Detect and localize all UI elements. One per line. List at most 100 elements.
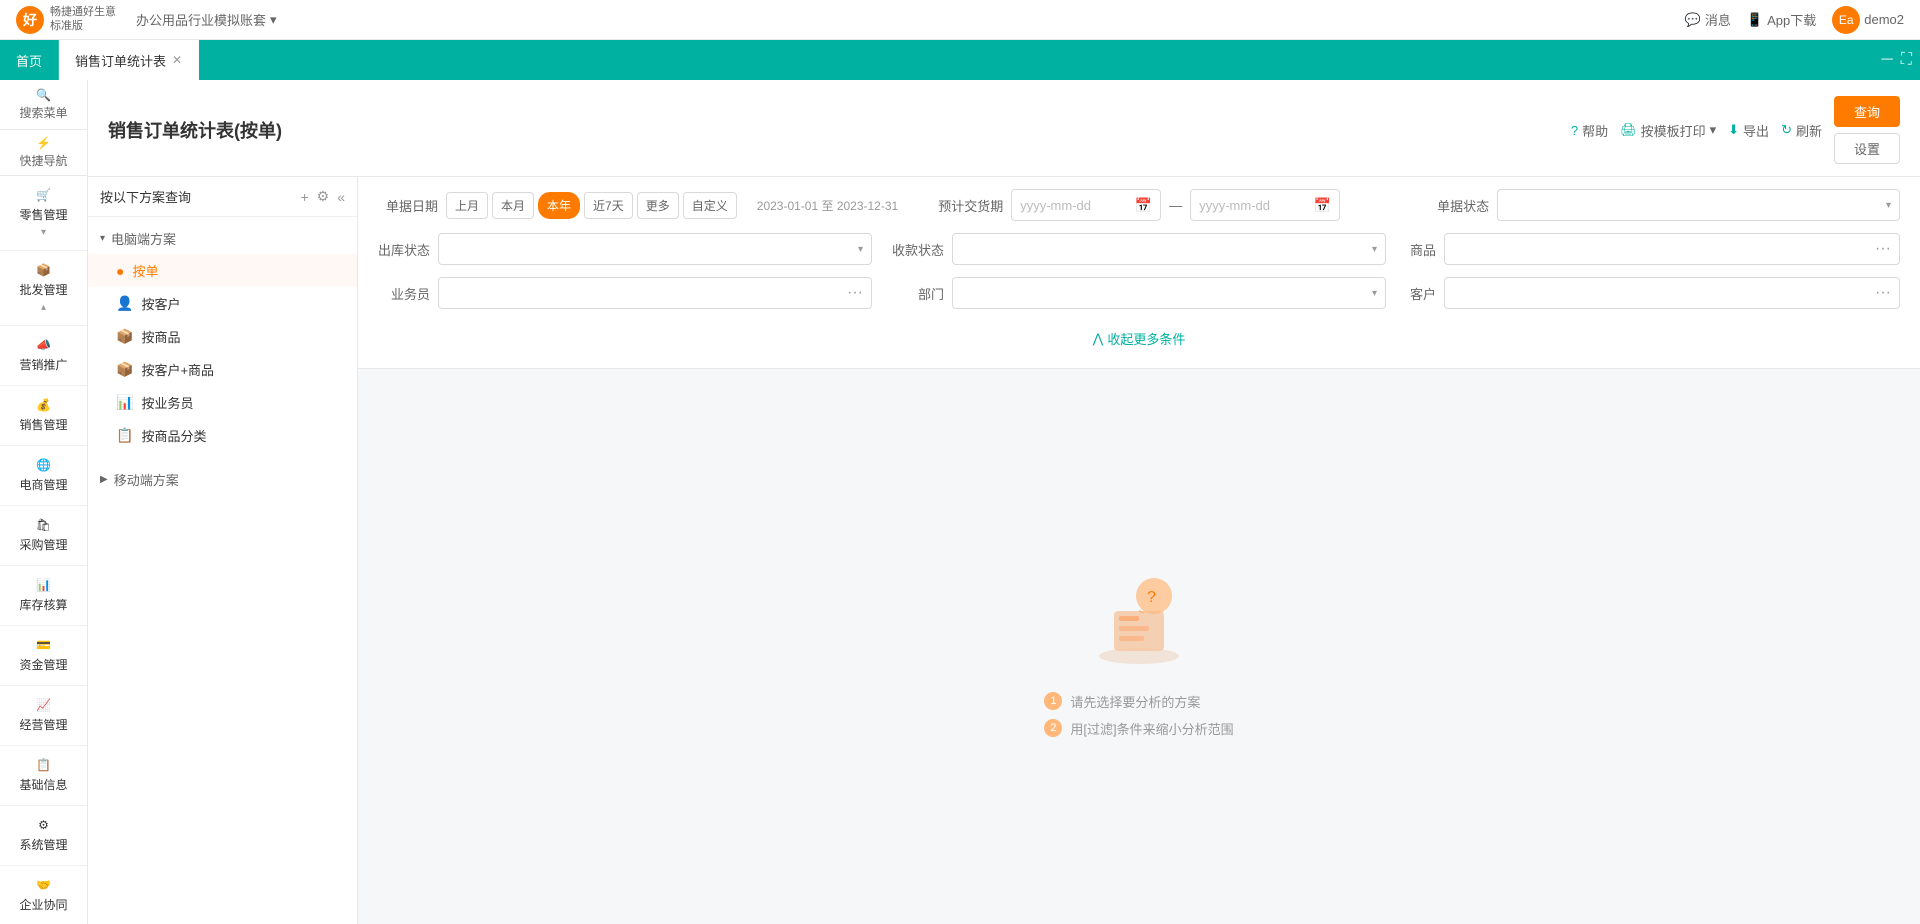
sidebar-item-system[interactable]: ⚙ 系统管理 bbox=[0, 806, 87, 866]
sidebar-item-ecommerce[interactable]: 🌐 电商管理 bbox=[0, 446, 87, 506]
tab-sales-order-stats[interactable]: 销售订单统计表 ✕ bbox=[59, 40, 199, 80]
logo-area: 好 畅捷通好生意 标准版 bbox=[16, 6, 116, 34]
more-btn[interactable]: 更多 bbox=[637, 192, 679, 219]
expected-delivery-from[interactable]: yyyy-mm-dd 📅 bbox=[1011, 189, 1161, 221]
setting-button[interactable]: 设置 bbox=[1834, 133, 1900, 164]
empty-tip-2: 2 用[过滤]条件来缩小分析范围 bbox=[1044, 719, 1233, 738]
this-year-btn[interactable]: 本年 bbox=[538, 192, 580, 219]
print-dropdown-icon: ▾ bbox=[1710, 122, 1717, 138]
order-status-dropdown-icon: ▾ bbox=[1886, 200, 1891, 211]
filter-area: 单据日期 上月 本月 本年 近7天 更多 自定义 2023-01-01 至 20… bbox=[358, 177, 1920, 369]
last-7-days-btn[interactable]: 近7天 bbox=[584, 192, 633, 219]
sidebar-item-finance[interactable]: 💳 资金管理 bbox=[0, 626, 87, 686]
scheme-item-by-customer-product[interactable]: 📦 按客户+商品 bbox=[88, 353, 357, 386]
scheme-panel-header: 按以下方案查询 + ⚙ « bbox=[88, 177, 357, 217]
scheme-item-by-salesperson[interactable]: 📊 按业务员 bbox=[88, 386, 357, 419]
sidebar-item-inventory[interactable]: 📊 库存核算 bbox=[0, 566, 87, 626]
last-month-btn[interactable]: 上月 bbox=[446, 192, 488, 219]
finance-icon: 💳 bbox=[36, 638, 51, 652]
payment-status-select[interactable]: ▾ bbox=[952, 233, 1386, 265]
customer-scheme-icon: 👤 bbox=[116, 295, 133, 312]
maximize-icon[interactable]: ⛶ bbox=[1901, 51, 1912, 69]
main-layout: 🔍 搜索菜单 ⚡ 快捷导航 🛒 零售管理 ▾ 📦 批发管理 ▴ 📣 营销推广 💰… bbox=[0, 80, 1920, 924]
refresh-icon: ↻ bbox=[1781, 122, 1792, 138]
scheme-collapse-icon[interactable]: « bbox=[337, 189, 345, 205]
export-button[interactable]: ⬇ 导出 bbox=[1728, 121, 1769, 140]
refresh-button[interactable]: ↻ 刷新 bbox=[1781, 121, 1822, 140]
svg-text:?: ? bbox=[1147, 589, 1156, 606]
delivery-status-select[interactable]: ▾ bbox=[438, 233, 872, 265]
user-menu[interactable]: Ea demo2 bbox=[1832, 6, 1904, 34]
order-status-select[interactable]: ▾ bbox=[1497, 189, 1900, 221]
sidebar-item-wholesale[interactable]: 📦 批发管理 ▴ bbox=[0, 251, 87, 326]
product-more-icon[interactable]: ··· bbox=[1875, 240, 1891, 258]
sidebar-item-retail[interactable]: 🛒 零售管理 ▾ bbox=[0, 176, 87, 251]
app-selector[interactable]: 办公用品行业模拟账套 ▾ bbox=[136, 10, 277, 29]
sidebar-quick-nav[interactable]: ⚡ 快捷导航 bbox=[0, 130, 87, 176]
calendar-from-icon: 📅 bbox=[1135, 197, 1152, 214]
avatar: Ea bbox=[1832, 6, 1860, 34]
sidebar-item-enterprise[interactable]: 🤝 企业协同 bbox=[0, 866, 87, 924]
purchase-icon: 🛍 bbox=[36, 518, 51, 532]
minimize-icon[interactable]: ─ bbox=[1881, 51, 1892, 69]
scheme-settings-icon[interactable]: ⚙ bbox=[317, 188, 330, 205]
filter-row-2: 出库状态 ▾ 收款状态 ▾ bbox=[378, 233, 1900, 265]
category-scheme-icon: 📋 bbox=[116, 427, 133, 444]
scheme-section-pc-header[interactable]: ▾ 电脑端方案 bbox=[88, 223, 357, 254]
logo-text: 畅捷通好生意 标准版 bbox=[50, 6, 116, 32]
customer-input[interactable]: ··· bbox=[1444, 277, 1900, 309]
print-button[interactable]: 🖨 按模板打印 ▾ bbox=[1620, 121, 1716, 140]
this-month-btn[interactable]: 本月 bbox=[492, 192, 534, 219]
tip-num-1: 1 bbox=[1044, 692, 1062, 710]
operations-icon: 📈 bbox=[36, 698, 51, 712]
tab-close-icon[interactable]: ✕ bbox=[172, 53, 182, 67]
custom-btn[interactable]: 自定义 bbox=[683, 192, 737, 219]
salesperson-input[interactable]: ··· bbox=[438, 277, 872, 309]
section-expand-icon: ▾ bbox=[100, 233, 105, 244]
calendar-to-icon: 📅 bbox=[1314, 197, 1331, 214]
scheme-section-mobile-header[interactable]: ▶ 移动端方案 bbox=[88, 464, 357, 495]
department-select[interactable]: ▾ bbox=[952, 277, 1386, 309]
marketing-icon: 📣 bbox=[36, 338, 51, 352]
sidebar-search[interactable]: 🔍 搜索菜单 bbox=[0, 80, 87, 130]
tab-bar: 首页 销售订单统计表 ✕ ─ ⛶ bbox=[0, 40, 1920, 80]
scheme-item-by-product[interactable]: 📦 按商品 bbox=[88, 320, 357, 353]
scheme-item-by-customer[interactable]: 👤 按客户 bbox=[88, 287, 357, 320]
empty-state: ? 1 请先选择要分析的方案 2 用[过滤]条件来缩小分析范围 bbox=[358, 369, 1920, 924]
tab-home[interactable]: 首页 bbox=[0, 40, 59, 80]
collapse-icon: ⋀ bbox=[1093, 331, 1104, 347]
active-scheme-icon: ● bbox=[116, 263, 124, 279]
date-filter-group: 单据日期 上月 本月 本年 近7天 更多 自定义 bbox=[378, 192, 737, 219]
inventory-icon: 📊 bbox=[36, 578, 51, 592]
retail-icon: 🛒 bbox=[36, 188, 51, 202]
app-download-button[interactable]: 📱 App下载 bbox=[1747, 10, 1816, 29]
salesperson-more-icon[interactable]: ··· bbox=[847, 284, 863, 302]
product-input[interactable]: ··· bbox=[1444, 233, 1900, 265]
customer-more-icon[interactable]: ··· bbox=[1875, 284, 1891, 302]
help-button[interactable]: ? 帮助 bbox=[1571, 121, 1608, 140]
message-button[interactable]: 💬 消息 bbox=[1685, 10, 1731, 29]
sidebar-item-marketing[interactable]: 📣 营销推广 bbox=[0, 326, 87, 386]
scheme-item-by-order[interactable]: ● 按单 bbox=[88, 254, 357, 287]
scheme-item-by-category[interactable]: 📋 按商品分类 bbox=[88, 419, 357, 452]
product-group: 商品 ··· bbox=[1406, 233, 1900, 265]
scheme-panel-actions: + ⚙ « bbox=[300, 188, 345, 205]
sidebar: 🔍 搜索菜单 ⚡ 快捷导航 🛒 零售管理 ▾ 📦 批发管理 ▴ 📣 营销推广 💰… bbox=[0, 80, 88, 924]
ecommerce-icon: 🌐 bbox=[36, 458, 51, 472]
sidebar-item-purchase[interactable]: 🛍 采购管理 bbox=[0, 506, 87, 566]
action-buttons: 查询 设置 bbox=[1834, 96, 1900, 164]
tip-num-2: 2 bbox=[1044, 719, 1062, 737]
empty-illustration: ? bbox=[1079, 556, 1199, 676]
sidebar-item-basic[interactable]: 📋 基础信息 bbox=[0, 746, 87, 806]
delivery-dropdown-icon: ▾ bbox=[858, 244, 863, 255]
collapse-button[interactable]: ⋀ 收起更多条件 bbox=[1093, 321, 1186, 356]
date-range-display: 2023-01-01 至 2023-12-31 bbox=[757, 197, 898, 214]
date-buttons: 上月 本月 本年 近7天 更多 自定义 bbox=[446, 192, 737, 219]
expected-delivery-to[interactable]: yyyy-mm-dd 📅 bbox=[1190, 189, 1340, 221]
sidebar-item-operations[interactable]: 📈 经营管理 bbox=[0, 686, 87, 746]
wholesale-icon: 📦 bbox=[36, 263, 51, 277]
product-scheme-icon: 📦 bbox=[116, 328, 133, 345]
scheme-add-icon[interactable]: + bbox=[300, 189, 308, 205]
query-button[interactable]: 查询 bbox=[1834, 96, 1900, 127]
sidebar-item-sales[interactable]: 💰 销售管理 bbox=[0, 386, 87, 446]
